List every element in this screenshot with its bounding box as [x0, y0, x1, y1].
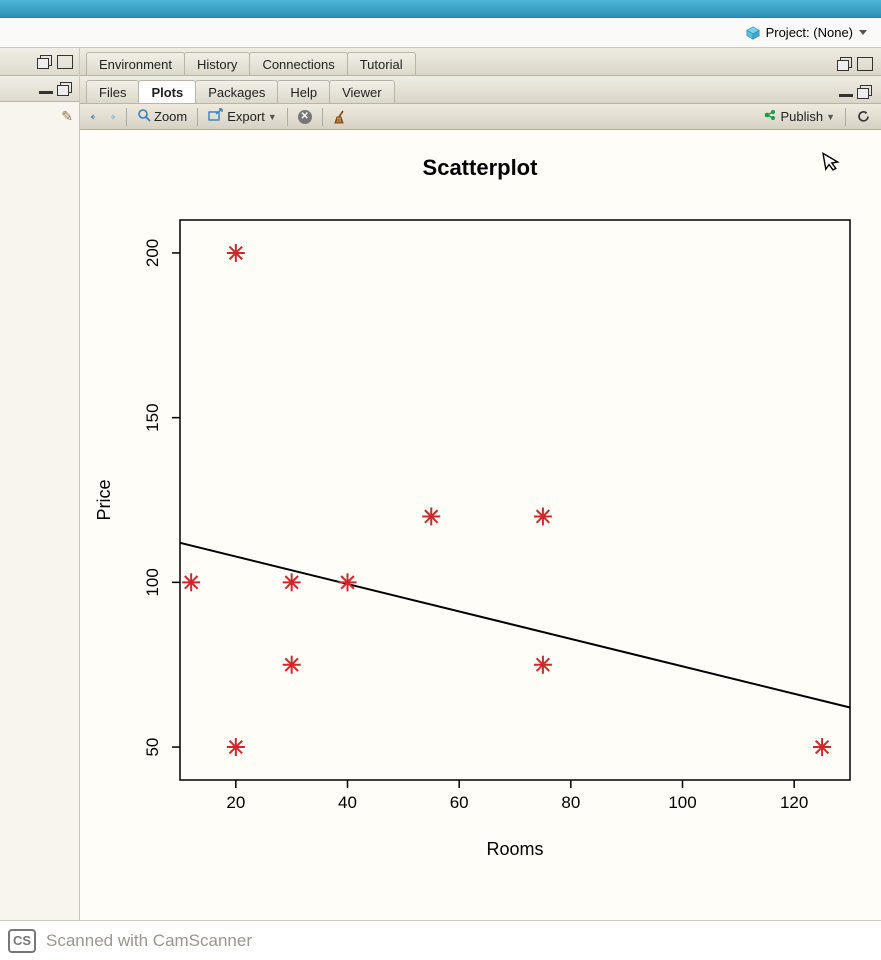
svg-text:200: 200	[143, 239, 162, 267]
minimize-pane-icon[interactable]	[839, 87, 853, 97]
camscanner-logo-icon: CS	[8, 929, 36, 953]
svg-text:50: 50	[143, 738, 162, 757]
svg-text:40: 40	[338, 793, 357, 812]
right-pane: Environment History Connections Tutorial…	[80, 48, 881, 920]
left-pane-body: ✎	[0, 102, 79, 920]
lower-tabstrip: Files Plots Packages Help Viewer	[80, 76, 881, 104]
export-label: Export	[227, 109, 265, 124]
plot-forward-button[interactable]	[106, 110, 120, 124]
remove-plot-button[interactable]: ✕	[294, 109, 316, 125]
left-pane-window-controls-2	[0, 76, 79, 102]
tab-files[interactable]: Files	[86, 80, 139, 103]
clear-plots-button[interactable]	[329, 108, 353, 126]
rstudio-project-icon	[746, 26, 760, 40]
refresh-button[interactable]	[852, 108, 875, 125]
svg-text:80: 80	[561, 793, 580, 812]
tab-connections[interactable]: Connections	[249, 52, 347, 75]
window-titlebar-strip	[0, 0, 881, 18]
publish-button[interactable]: Publish ▼	[759, 107, 839, 126]
svg-text:Scatterplot: Scatterplot	[423, 155, 539, 180]
minimize-window-icon[interactable]	[39, 84, 53, 94]
maximize-pane-icon[interactable]	[857, 57, 873, 71]
restore-pane-icon[interactable]	[857, 85, 873, 99]
svg-text:60: 60	[450, 793, 469, 812]
zoom-icon	[137, 108, 151, 125]
svg-text:Price: Price	[94, 479, 114, 520]
tab-viewer[interactable]: Viewer	[329, 80, 395, 103]
export-icon	[208, 108, 224, 125]
svg-text:20: 20	[226, 793, 245, 812]
left-pane: ✎	[0, 48, 80, 920]
svg-text:100: 100	[668, 793, 696, 812]
left-pane-window-controls	[0, 48, 79, 76]
close-icon: ✕	[298, 110, 312, 124]
export-caret-icon: ▼	[268, 112, 277, 122]
svg-text:100: 100	[143, 568, 162, 596]
tab-history[interactable]: History	[184, 52, 250, 75]
tab-plots[interactable]: Plots	[138, 80, 196, 103]
zoom-label: Zoom	[154, 109, 187, 124]
tab-help[interactable]: Help	[277, 80, 330, 103]
scatterplot-chart: Scatterplot 20 40 60 80 100 120 50 100 150 200 Room…	[80, 130, 880, 890]
publish-label: Publish	[780, 109, 823, 124]
svg-text:120: 120	[780, 793, 808, 812]
publish-caret-icon: ▼	[826, 112, 835, 122]
zoom-button[interactable]: Zoom	[133, 107, 191, 126]
plot-toolbar: Zoom Export ▼ ✕ P	[80, 104, 881, 130]
restore-window-icon[interactable]	[37, 55, 53, 69]
camscanner-text: Scanned with CamScanner	[46, 931, 252, 951]
camscanner-watermark: CS Scanned with CamScanner	[0, 920, 881, 960]
project-selector-row: Project: (None)	[0, 18, 881, 48]
tab-tutorial[interactable]: Tutorial	[347, 52, 416, 75]
svg-text:Rooms: Rooms	[486, 839, 543, 859]
export-button[interactable]: Export ▼	[204, 107, 281, 126]
maximize-window-icon[interactable]	[57, 55, 73, 69]
publish-icon	[763, 108, 777, 125]
restore-window-icon[interactable]	[57, 82, 73, 96]
project-label[interactable]: Project: (None)	[766, 25, 853, 40]
tab-environment[interactable]: Environment	[86, 52, 185, 75]
wand-icon[interactable]: ✎	[61, 108, 73, 125]
tab-packages[interactable]: Packages	[195, 80, 278, 103]
plot-back-button[interactable]	[86, 110, 100, 124]
plot-area: Scatterplot 20 40 60 80 100 120 50 100 150 200 Room…	[80, 130, 881, 920]
restore-pane-icon[interactable]	[837, 57, 853, 71]
project-dropdown-caret-icon[interactable]	[859, 30, 867, 35]
upper-tabstrip: Environment History Connections Tutorial	[80, 48, 881, 76]
svg-text:150: 150	[143, 403, 162, 431]
